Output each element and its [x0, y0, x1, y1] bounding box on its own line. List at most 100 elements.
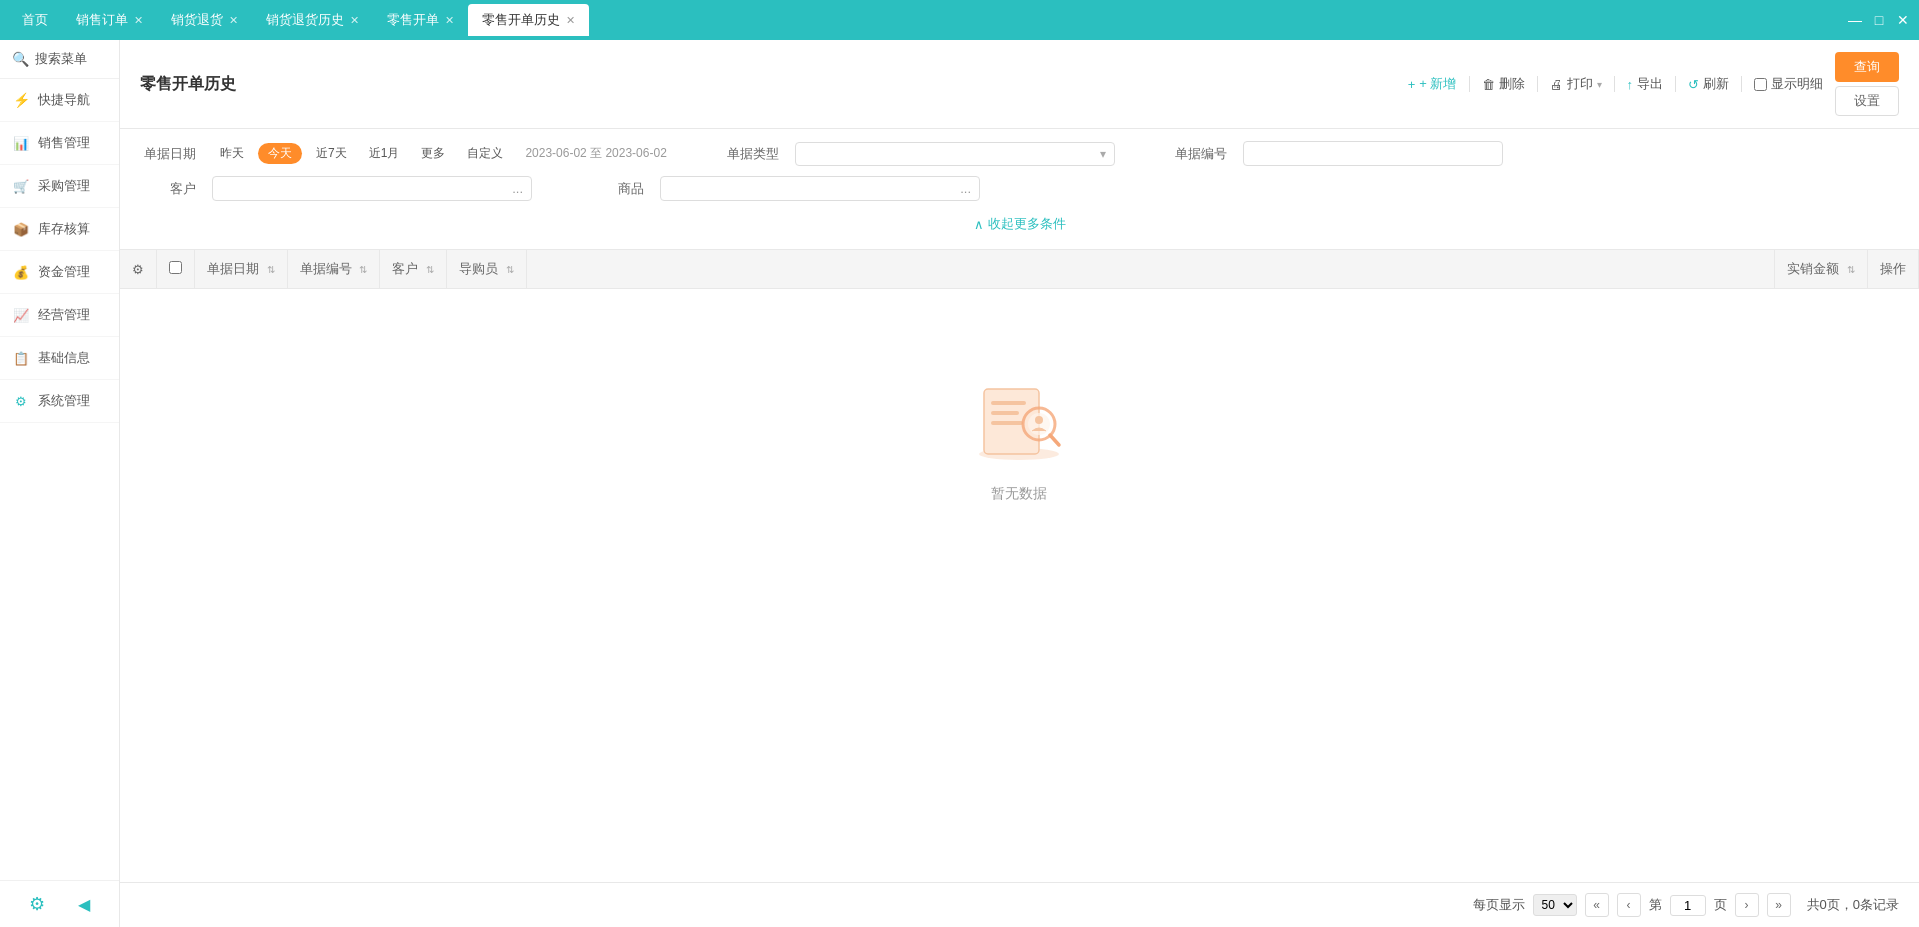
tab-sales-return[interactable]: 销货退货 ✕: [157, 4, 252, 36]
collapse-label: 收起更多条件: [988, 215, 1066, 233]
tab-retail-open-history[interactable]: 零售开单历史 ✕: [468, 4, 589, 36]
ops-mgmt-icon: 📈: [12, 306, 30, 324]
sidebar-item-sales-mgmt[interactable]: 📊 销售管理: [0, 122, 119, 165]
sidebar-item-sys-mgmt[interactable]: ⚙ 系统管理: [0, 380, 119, 423]
select-all-checkbox[interactable]: [169, 261, 182, 274]
page-nav-last[interactable]: »: [1767, 893, 1791, 917]
sort-bill-date-icon: ⇅: [267, 264, 275, 275]
print-button[interactable]: 🖨 打印 ▾: [1550, 75, 1602, 93]
tab-sales-return-history[interactable]: 销货退货历史 ✕: [252, 4, 373, 36]
col-guide[interactable]: 导购员 ⇅: [446, 250, 526, 289]
page-unit: 页: [1714, 896, 1727, 914]
print-icon: 🖨: [1550, 77, 1563, 92]
divider5: [1741, 76, 1742, 92]
collapse-button[interactable]: ∧ 收起更多条件: [974, 215, 1066, 233]
filter-row-1: 单据日期 昨天 今天 近7天 近1月 更多 自定义 2023-06-02 至 2…: [140, 141, 1899, 166]
date-opt-custom[interactable]: 自定义: [459, 143, 511, 164]
settings-icon: ⚙: [132, 262, 144, 277]
sidebar-search-label: 搜索菜单: [35, 50, 87, 68]
close-tab-sales-return[interactable]: ✕: [229, 14, 238, 27]
divider3: [1614, 76, 1615, 92]
data-table: ⚙ 单据日期 ⇅ 单据编号 ⇅: [120, 250, 1919, 583]
print-dropdown-icon: ▾: [1597, 79, 1602, 90]
date-opt-yesterday[interactable]: 昨天: [212, 143, 252, 164]
col-customer[interactable]: 客户 ⇅: [380, 250, 447, 289]
refresh-button[interactable]: ↺ 刷新: [1688, 75, 1729, 93]
date-opt-more[interactable]: 更多: [413, 143, 453, 164]
sidebar-item-quick-nav[interactable]: ⚡ 快捷导航: [0, 79, 119, 122]
tab-retail-open[interactable]: 零售开单 ✕: [373, 4, 468, 36]
date-opt-7days[interactable]: 近7天: [308, 143, 355, 164]
page-size-select[interactable]: 50: [1533, 894, 1577, 916]
bill-type-dropdown-icon: ▾: [1100, 147, 1106, 161]
show-detail-checkbox[interactable]: 显示明细: [1754, 75, 1823, 93]
filter-area: 单据日期 昨天 今天 近7天 近1月 更多 自定义 2023-06-02 至 2…: [120, 129, 1919, 250]
maximize-btn[interactable]: □: [1871, 12, 1887, 28]
close-tab-retail-open-history[interactable]: ✕: [566, 14, 575, 27]
date-opt-today[interactable]: 今天: [258, 143, 302, 164]
sidebar-item-finance[interactable]: 💰 资金管理: [0, 251, 119, 294]
tab-home[interactable]: 首页: [8, 4, 62, 36]
finance-icon: 💰: [12, 263, 30, 281]
bill-type-select[interactable]: ▾: [795, 142, 1115, 166]
sidebar-item-basic-info[interactable]: 📋 基础信息: [0, 337, 119, 380]
empty-state: 暂无数据: [120, 289, 1919, 583]
customer-input[interactable]: ...: [212, 176, 532, 201]
sidebar: 🔍 搜索菜单 ⚡ 快捷导航 📊 销售管理 🛒 采购管理 📦 库存核算 💰 资金管…: [0, 40, 120, 927]
inventory-icon: 📦: [12, 220, 30, 238]
sidebar-item-inventory[interactable]: 📦 库存核算: [0, 208, 119, 251]
bill-no-input[interactable]: [1243, 141, 1503, 166]
date-opt-1month[interactable]: 近1月: [361, 143, 408, 164]
goods-dots: ...: [960, 181, 971, 196]
empty-text: 暂无数据: [991, 485, 1047, 503]
divider1: [1469, 76, 1470, 92]
query-button[interactable]: 查询: [1835, 52, 1899, 82]
close-tab-retail-open[interactable]: ✕: [445, 14, 454, 27]
goods-input[interactable]: ...: [660, 176, 980, 201]
action-buttons: 查询 设置: [1835, 52, 1899, 116]
goods-label: 商品: [588, 180, 644, 198]
settings-button[interactable]: 设置: [1835, 86, 1899, 116]
page-nav-next[interactable]: ›: [1735, 893, 1759, 917]
sidebar-item-purchase-mgmt[interactable]: 🛒 采购管理: [0, 165, 119, 208]
current-page-input[interactable]: [1670, 895, 1706, 916]
sidebar-search[interactable]: 🔍 搜索菜单: [0, 40, 119, 79]
add-button[interactable]: + + 新增: [1408, 75, 1457, 93]
svg-rect-2: [991, 401, 1026, 405]
delete-button[interactable]: 🗑 删除: [1482, 75, 1525, 93]
page-header: 零售开单历史 + + 新增 🗑 删除 🖨 打印 ▾: [120, 40, 1919, 129]
sales-mgmt-icon: 📊: [12, 134, 30, 152]
export-button[interactable]: ↑ 导出: [1627, 75, 1664, 93]
content-area: 零售开单历史 + + 新增 🗑 删除 🖨 打印 ▾: [120, 40, 1919, 927]
sidebar-item-label: 基础信息: [38, 349, 90, 367]
table-container: ⚙ 单据日期 ⇅ 单据编号 ⇅: [120, 250, 1919, 882]
refresh-icon: ↺: [1688, 77, 1699, 92]
sidebar-item-ops-mgmt[interactable]: 📈 经营管理: [0, 294, 119, 337]
col-bill-date[interactable]: 单据日期 ⇅: [195, 250, 288, 289]
col-bill-no[interactable]: 单据编号 ⇅: [287, 250, 380, 289]
tab-sales-order[interactable]: 销售订单 ✕: [62, 4, 157, 36]
show-detail-input[interactable]: [1754, 78, 1767, 91]
svg-rect-4: [991, 421, 1023, 425]
sidebar-bottom: ⚙ ◀: [0, 880, 119, 927]
sidebar-item-label: 库存核算: [38, 220, 90, 238]
empty-row: 暂无数据: [120, 289, 1919, 584]
svg-point-8: [1035, 416, 1043, 424]
page-nav-prev[interactable]: ‹: [1617, 893, 1641, 917]
close-btn[interactable]: ✕: [1895, 12, 1911, 28]
col-checkbox[interactable]: [157, 250, 195, 289]
col-amount[interactable]: 实销金额 ⇅: [1775, 250, 1868, 289]
page-nav-first[interactable]: «: [1585, 893, 1609, 917]
sys-mgmt-icon: ⚙: [12, 392, 30, 410]
purchase-mgmt-icon: 🛒: [12, 177, 30, 195]
bill-type-label: 单据类型: [723, 145, 779, 163]
close-tab-sales-order[interactable]: ✕: [134, 14, 143, 27]
sidebar-item-label: 经营管理: [38, 306, 90, 324]
col-settings[interactable]: ⚙: [120, 250, 157, 289]
sidebar-collapse-icon[interactable]: ◀: [78, 895, 90, 914]
minimize-btn[interactable]: —: [1847, 12, 1863, 28]
customer-dots: ...: [512, 181, 523, 196]
sort-customer-icon: ⇅: [426, 264, 434, 275]
sidebar-settings-icon[interactable]: ⚙: [29, 893, 45, 915]
close-tab-sales-return-history[interactable]: ✕: [350, 14, 359, 27]
